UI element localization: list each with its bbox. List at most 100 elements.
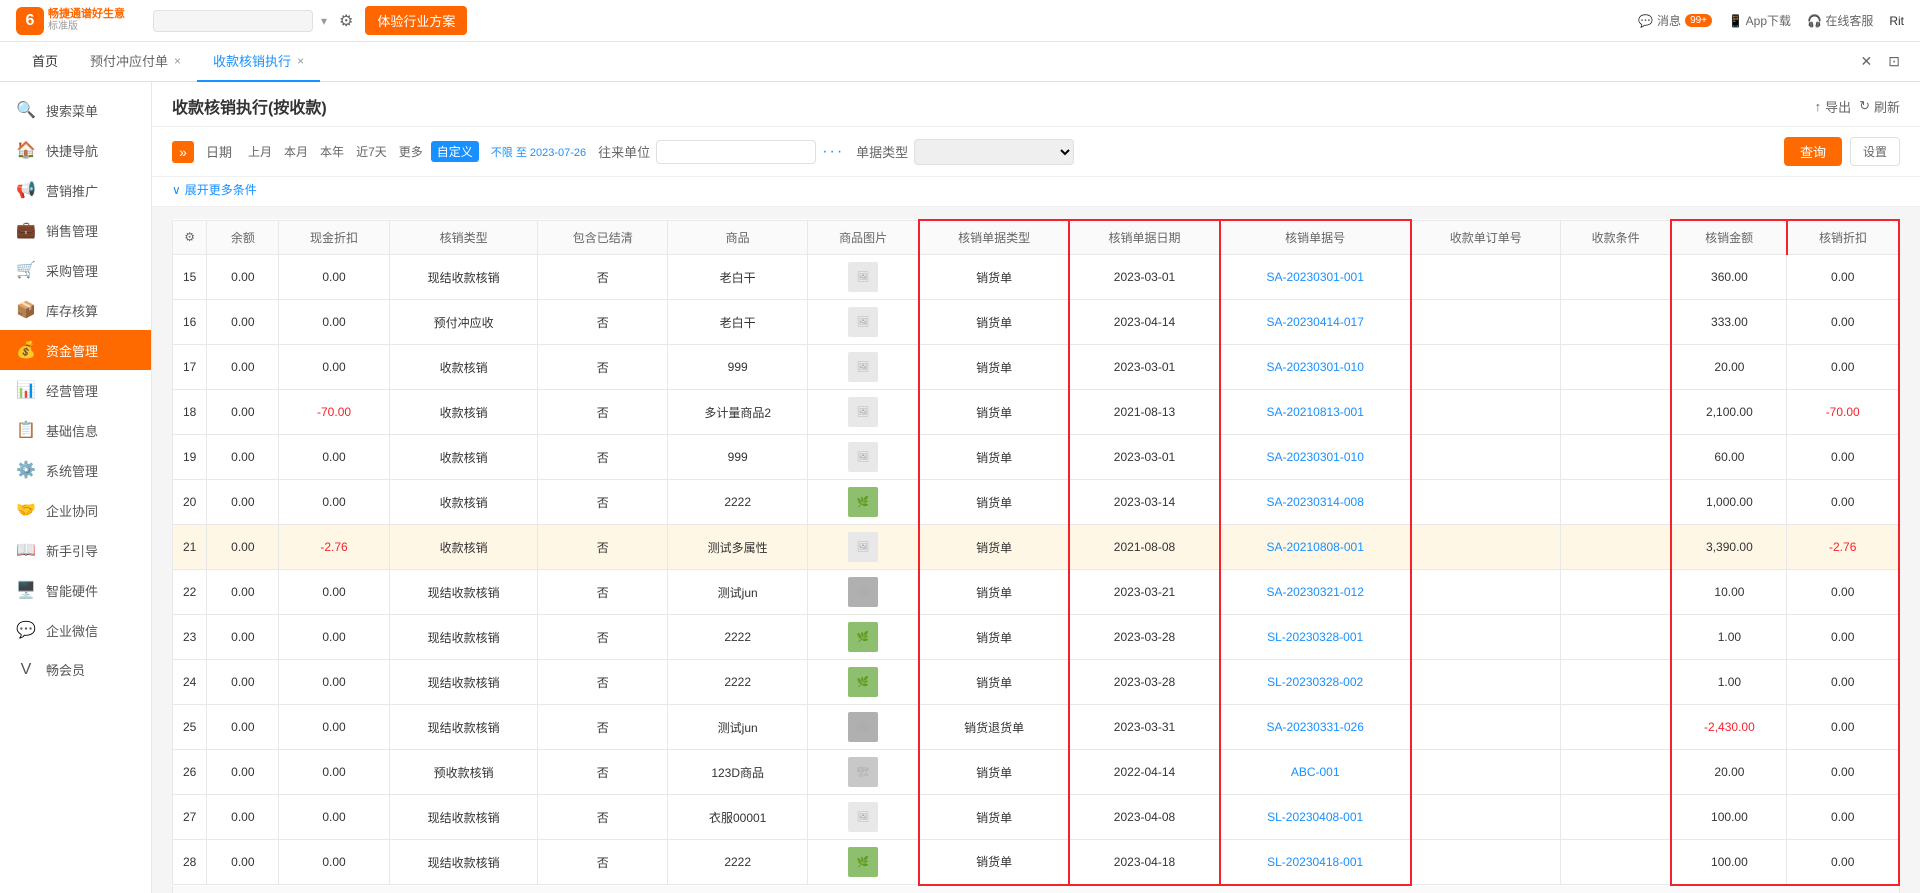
sidebar-item-shortcut[interactable]: 🏠 快捷导航 [0,130,151,170]
tab-home[interactable]: 首页 [16,42,74,82]
row-write-off-type: 预收款核销 [389,750,538,795]
sidebar-item-basic[interactable]: 📋 基础信息 [0,410,151,450]
bill-no-link[interactable]: SL-20230328-001 [1267,630,1363,644]
table-row: 22 0.00 0.00 现结收款核销 否 测试jun 🖼 销货单 2023-0… [173,570,1900,615]
maximize-btn[interactable]: ⊡ [1884,49,1904,74]
from-unit-more-btn[interactable]: ··· [822,143,844,161]
th-gear[interactable]: ⚙ [173,220,207,255]
bill-no-link[interactable]: SL-20230418-001 [1267,855,1363,869]
bill-no-link[interactable]: SL-20230408-001 [1267,810,1363,824]
th-write-off-type: 核销类型 [389,220,538,255]
user-name[interactable]: Rit [1889,14,1904,28]
online-service-btn[interactable]: 🎧 在线客服 [1807,12,1873,29]
row-write-off-type: 收款核销 [389,435,538,480]
bill-no-link[interactable]: SL-20230328-002 [1267,675,1363,689]
settings-btn[interactable]: 设置 [1850,137,1900,166]
row-included-settled: 否 [538,795,668,840]
sidebar-item-system[interactable]: ⚙️ 系统管理 [0,450,151,490]
search-input[interactable] [153,10,313,32]
row-receipt-order-no [1411,435,1561,480]
industry-btn[interactable]: 体验行业方案 [365,6,467,35]
row-receipt-order-no [1411,345,1561,390]
table-row: 19 0.00 0.00 收款核销 否 999 🖼 销货单 2023-03-01… [173,435,1900,480]
sidebar-item-operations[interactable]: 📊 经营管理 [0,370,151,410]
sidebar-item-finance[interactable]: 💰 资金管理 [0,330,151,370]
sidebar-item-guide[interactable]: 📖 新手引导 [0,530,151,570]
row-product-image: 🌿 [808,660,919,705]
row-write-off-amount: 100.00 [1671,840,1787,885]
row-no: 18 [173,390,207,435]
sidebar: 🔍 搜索菜单 🏠 快捷导航 📢 营销推广 💼 销售管理 🛒 采购管理 📦 [0,82,152,893]
row-write-off-discount: 0.00 [1787,435,1899,480]
close-tab-receipt[interactable]: × [297,54,304,68]
row-receipt-condition [1560,300,1671,345]
row-write-off-discount: 0.00 [1787,615,1899,660]
filter-expand-btn[interactable]: » [172,141,194,163]
bill-no-link[interactable]: SA-20230301-001 [1266,270,1363,284]
row-balance: 0.00 [207,525,279,570]
sidebar-item-marketing[interactable]: 📢 营销推广 [0,170,151,210]
table-row: 28 0.00 0.00 现结收款核销 否 2222 🌿 销货单 2023-04… [173,840,1900,885]
close-all-tabs-btn[interactable]: ✕ [1857,49,1877,74]
row-write-off-type: 现结收款核销 [389,255,538,300]
row-write-off-bill-no: SL-20230328-001 [1220,615,1411,660]
th-balance: 余额 [207,220,279,255]
sidebar-item-purchase[interactable]: 🛒 采购管理 [0,250,151,290]
sidebar-item-member[interactable]: V 畅会员 [0,650,151,689]
sidebar-item-enterprise[interactable]: 🤝 企业协同 [0,490,151,530]
sidebar-item-inventory[interactable]: 📦 库存核算 [0,290,151,330]
app-download-btn[interactable]: 📱 App下载 [1728,12,1791,29]
bill-no-link[interactable]: SA-20230301-010 [1266,450,1363,464]
row-balance: 0.00 [207,300,279,345]
row-product: 2222 [668,480,808,525]
bill-no-link[interactable]: SA-20230331-026 [1266,720,1363,734]
row-product-image: 🖼 [808,705,919,750]
bill-no-link[interactable]: SA-20210813-001 [1266,405,1363,419]
messages-btn[interactable]: 💬 消息 99+ [1638,12,1712,29]
last-7days-btn[interactable]: 近7天 [352,141,391,162]
expand-conditions-btn[interactable]: ∨ 展开更多条件 [172,181,257,198]
row-write-off-type: 现结收款核销 [389,615,538,660]
query-btn[interactable]: 查询 [1784,137,1842,166]
bill-no-link[interactable]: SA-20210808-001 [1266,540,1363,554]
row-cash-discount: 0.00 [279,660,389,705]
sidebar-item-search[interactable]: 🔍 搜索菜单 [0,90,151,130]
row-included-settled: 否 [538,525,668,570]
close-tab-prepay[interactable]: × [174,54,181,68]
product-image: 🖼 [848,262,878,292]
from-unit-input[interactable] [656,140,816,164]
row-product: 123D商品 [668,750,808,795]
this-year-btn[interactable]: 本年 [316,141,348,162]
sidebar-item-hardware[interactable]: 🖥️ 智能硬件 [0,570,151,610]
tab-prepay[interactable]: 预付冲应付单 × [74,42,197,82]
message-badge: 99+ [1685,14,1712,27]
settings-icon[interactable]: ⚙ [335,7,357,35]
tab-receipt[interactable]: 收款核销执行 × [197,42,320,82]
bill-no-link[interactable]: ABC-001 [1291,765,1340,779]
bill-no-link[interactable]: SA-20230301-010 [1266,360,1363,374]
bill-no-link[interactable]: SA-20230314-008 [1266,495,1363,509]
bill-no-link[interactable]: SA-20230414-017 [1266,315,1363,329]
sidebar-item-wechat[interactable]: 💬 企业微信 [0,610,151,650]
more-date-btn[interactable]: 更多 [395,141,427,162]
row-write-off-bill-date: 2023-03-21 [1069,570,1219,615]
row-cash-discount: 0.00 [279,480,389,525]
product-image: 🖼 [848,532,878,562]
last-month-btn[interactable]: 上月 [244,141,276,162]
custom-date-btn[interactable]: 自定义 [431,141,479,162]
this-month-btn[interactable]: 本月 [280,141,312,162]
export-btn[interactable]: ↑ 导出 [1815,97,1852,116]
bill-no-link[interactable]: SA-20230321-012 [1266,585,1363,599]
row-write-off-discount: 0.00 [1787,795,1899,840]
row-receipt-order-no [1411,570,1561,615]
row-write-off-bill-date: 2023-03-14 [1069,480,1219,525]
row-write-off-bill-type: 销货单 [919,345,1069,390]
row-receipt-order-no [1411,480,1561,525]
product-image: 🖼 [848,307,878,337]
refresh-btn[interactable]: ↻ 刷新 [1859,97,1900,116]
bill-type-select[interactable] [914,139,1074,165]
row-no: 28 [173,840,207,885]
app-edition: 标准版 [48,21,125,33]
row-write-off-discount: 0.00 [1787,705,1899,750]
sidebar-item-sales[interactable]: 💼 销售管理 [0,210,151,250]
